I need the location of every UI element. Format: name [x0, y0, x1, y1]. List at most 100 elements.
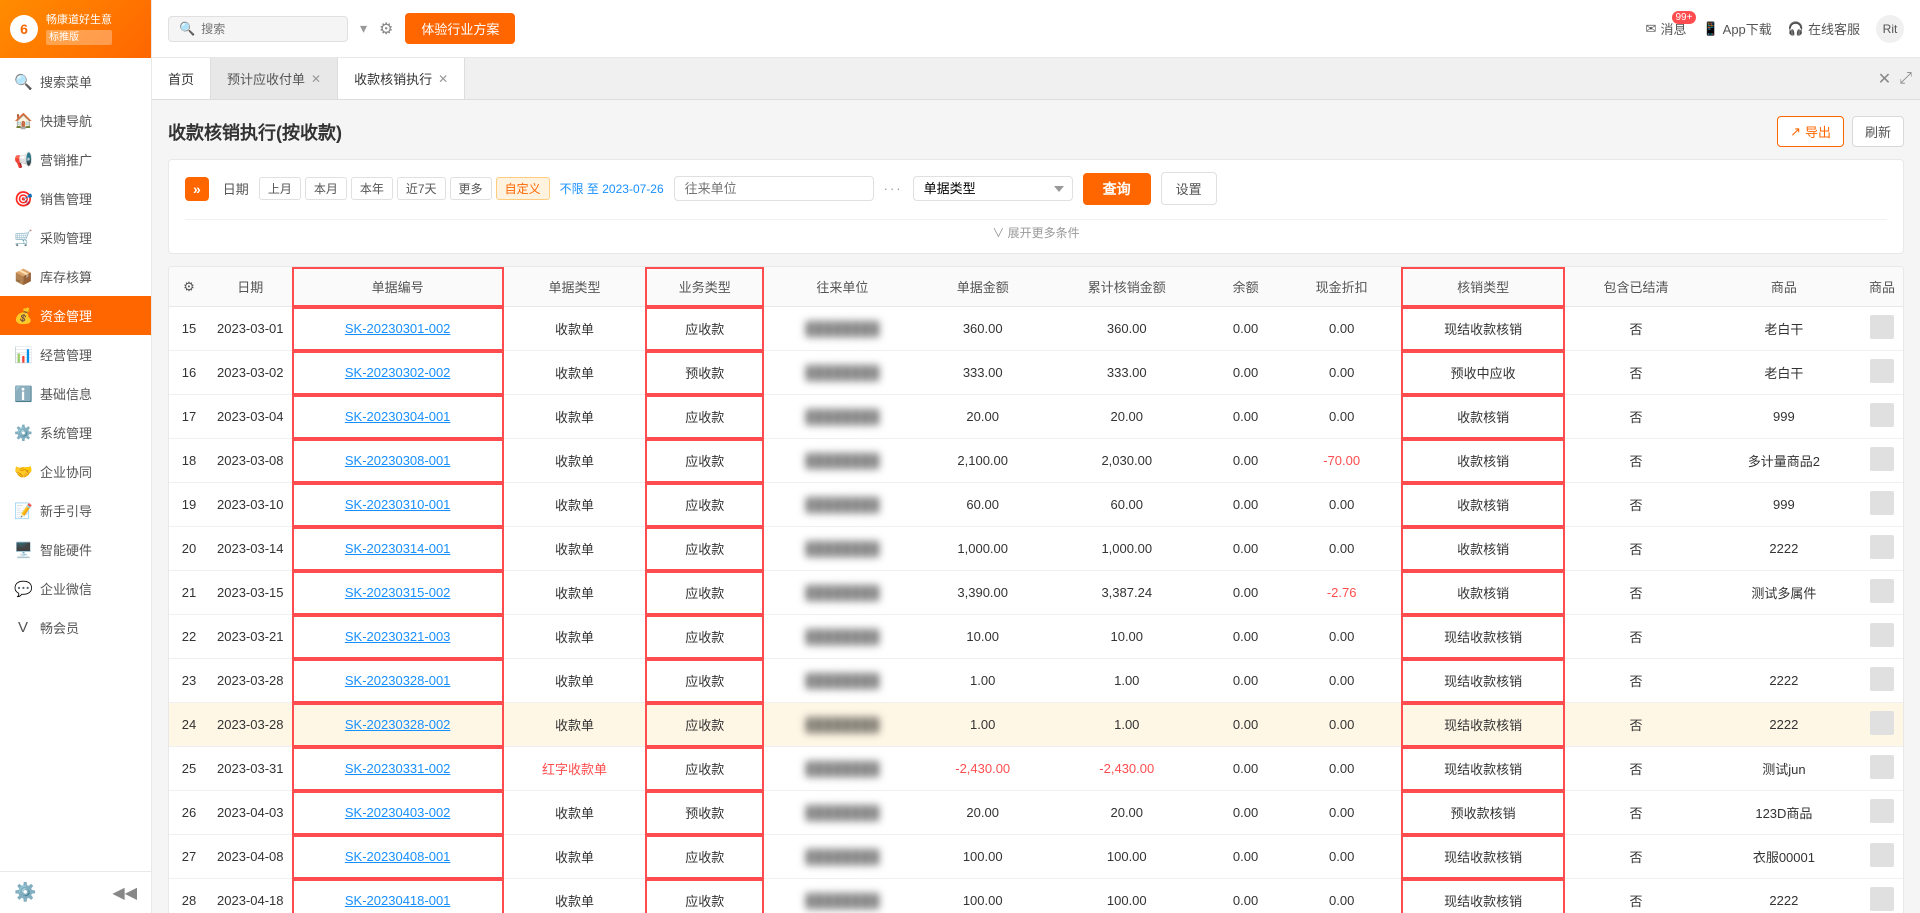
cell-balance: 0.00 — [1209, 791, 1282, 835]
cart-icon: 🛒 — [14, 229, 32, 247]
cell-doc-no[interactable]: SK-20230418-001 — [292, 879, 504, 913]
cell-cancel-type: 现结收款核销 — [1401, 703, 1565, 747]
filter-this-month[interactable]: 本月 — [305, 177, 347, 200]
cell-total-cancel: 20.00 — [1045, 395, 1209, 439]
cell-doc-no[interactable]: SK-20230304-001 — [292, 395, 504, 439]
cell-include-settled: 否 — [1565, 483, 1707, 527]
sidebar-item-weixin[interactable]: 💬 企业微信 — [0, 569, 151, 608]
filter-doc-type-select[interactable]: 单据类型 — [913, 176, 1073, 201]
cell-doc-amount: 10.00 — [921, 615, 1045, 659]
filter-last-month[interactable]: 上月 — [259, 177, 301, 200]
topbar-gear-icon[interactable]: ⚙ — [379, 19, 393, 39]
cell-doc-no[interactable]: SK-20230328-001 — [292, 659, 504, 703]
filter-bar: » 日期 上月 本月 本年 近7天 更多 自定义 不限 至 2023-07-26… — [168, 159, 1904, 254]
th-doc-no: 单据编号 — [292, 267, 504, 307]
th-cancel-type: 核销类型 — [1401, 267, 1565, 307]
filter-more[interactable]: 更多 — [450, 177, 492, 200]
filter-7days[interactable]: 近7天 — [397, 177, 446, 200]
table-settings-icon[interactable]: ⚙ — [183, 279, 195, 294]
topbar-search-box[interactable]: 🔍 — [168, 16, 348, 42]
cell-doc-amount: 20.00 — [921, 791, 1045, 835]
cell-doc-no[interactable]: SK-20230331-002 — [292, 747, 504, 791]
cell-total-cancel: 333.00 — [1045, 351, 1209, 395]
filter-custom[interactable]: 自定义 — [496, 177, 550, 200]
th-settings[interactable]: ⚙ — [169, 267, 209, 307]
cell-biz-type: 应收款 — [645, 835, 764, 879]
sidebar-item-finance[interactable]: 💰 资金管理 — [0, 296, 151, 335]
filter-settings-button[interactable]: 设置 — [1161, 172, 1217, 205]
cell-doc-no[interactable]: SK-20230403-002 — [292, 791, 504, 835]
table-row: 152023-03-01SK-20230301-002收款单应收款███████… — [169, 307, 1903, 351]
close-all-tabs-icon[interactable]: ✕ — [1878, 69, 1891, 89]
cell-doc-no[interactable]: SK-20230302-002 — [292, 351, 504, 395]
sidebar-item-inventory[interactable]: 📦 库存核算 — [0, 257, 151, 296]
user-avatar[interactable]: Rit — [1876, 15, 1904, 43]
sidebar-item-quick[interactable]: 🏠 快捷导航 — [0, 101, 151, 140]
sidebar-item-sales[interactable]: 🎯 销售管理 — [0, 179, 151, 218]
filter-expand-btn[interactable]: ∨ 展开更多条件 — [992, 224, 1079, 241]
cell-balance: 0.00 — [1209, 659, 1282, 703]
cell-doc-no[interactable]: SK-20230308-001 — [292, 439, 504, 483]
expand-tabs-icon[interactable]: ⤢ — [1899, 70, 1912, 88]
close-tab-collection[interactable]: ✕ — [438, 72, 448, 86]
cell-doc-no[interactable]: SK-20230315-002 — [292, 571, 504, 615]
cell-doc-no[interactable]: SK-20230301-002 — [292, 307, 504, 351]
dropdown-chevron-icon[interactable]: ▾ — [360, 20, 367, 37]
sidebar-item-search[interactable]: 🔍 搜索菜单 — [0, 62, 151, 101]
cell-doc-amount: 60.00 — [921, 483, 1045, 527]
cell-doc-type: 收款单 — [504, 351, 646, 395]
sidebar-item-guide[interactable]: 📝 新手引导 — [0, 491, 151, 530]
cell-cancel-type: 现结收款核销 — [1401, 835, 1565, 879]
cell-total-cancel: 1.00 — [1045, 703, 1209, 747]
industry-solution-button[interactable]: 体验行业方案 — [405, 13, 515, 44]
sidebar-item-system[interactable]: ⚙️ 系统管理 — [0, 413, 151, 452]
cell-product2 — [1861, 439, 1903, 483]
cell-doc-no[interactable]: SK-20230408-001 — [292, 835, 504, 879]
cell-row-num: 17 — [169, 395, 209, 439]
cell-cash-discount: -2.76 — [1282, 571, 1401, 615]
app-download-link[interactable]: 📱 App下载 — [1702, 19, 1771, 38]
cell-doc-no[interactable]: SK-20230321-003 — [292, 615, 504, 659]
cell-biz-type: 应收款 — [645, 615, 764, 659]
query-button[interactable]: 查询 — [1083, 173, 1151, 205]
sidebar-item-hardware[interactable]: 🖥️ 智能硬件 — [0, 530, 151, 569]
cell-doc-no[interactable]: SK-20230328-002 — [292, 703, 504, 747]
sidebar-item-purchase[interactable]: 🛒 采购管理 — [0, 218, 151, 257]
table-row: 192023-03-10SK-20230310-001收款单应收款███████… — [169, 483, 1903, 527]
online-service-link[interactable]: 🎧 在线客服 — [1788, 19, 1860, 38]
cell-doc-type: 收款单 — [504, 835, 646, 879]
sidebar: 6 畅康道好生意 标推版 🔍 搜索菜单 🏠 快捷导航 📢 营销推广 🎯 销售管理… — [0, 0, 152, 913]
table-row: 252023-03-31SK-20230331-002红字收款单应收款█████… — [169, 747, 1903, 791]
cell-doc-no[interactable]: SK-20230310-001 — [292, 483, 504, 527]
cell-row-num: 16 — [169, 351, 209, 395]
cell-doc-amount: 20.00 — [921, 395, 1045, 439]
cell-product2 — [1861, 835, 1903, 879]
settings-bottom-icon[interactable]: ⚙️ — [14, 882, 36, 903]
tab-collection[interactable]: 收款核销执行 ✕ — [338, 58, 465, 99]
cell-row-num: 21 — [169, 571, 209, 615]
filter-this-year[interactable]: 本年 — [351, 177, 393, 200]
export-button[interactable]: ↗ 导出 — [1777, 116, 1844, 147]
filter-toggle-button[interactable]: » — [185, 177, 209, 201]
cell-doc-type: 收款单 — [504, 659, 646, 703]
cell-doc-no[interactable]: SK-20230314-001 — [292, 527, 504, 571]
tab-receivable[interactable]: 预计应收付单 ✕ — [211, 58, 338, 99]
cell-cash-discount: 0.00 — [1282, 659, 1401, 703]
sidebar-item-basic[interactable]: ℹ️ 基础信息 — [0, 374, 151, 413]
search-input[interactable] — [201, 22, 321, 36]
cell-partner: ████████ — [764, 351, 921, 395]
messages-badge[interactable]: ✉ 消息 99+ — [1646, 19, 1687, 38]
sidebar-item-corp[interactable]: 🤝 企业协同 — [0, 452, 151, 491]
sidebar-item-member[interactable]: V 畅会员 — [0, 608, 151, 647]
close-tab-receivable[interactable]: ✕ — [311, 72, 321, 86]
filter-partner-input[interactable] — [674, 176, 874, 201]
sidebar-bottom: ⚙️ ◀◀ — [0, 871, 151, 913]
refresh-button[interactable]: 刷新 — [1852, 116, 1904, 147]
tab-home[interactable]: 首页 — [152, 58, 211, 99]
cell-product2 — [1861, 703, 1903, 747]
sidebar-item-marketing[interactable]: 📢 营销推广 — [0, 140, 151, 179]
collapse-icon[interactable]: ◀◀ — [112, 883, 137, 903]
cell-cancel-type: 现结收款核销 — [1401, 747, 1565, 791]
sidebar-item-operation[interactable]: 📊 经营管理 — [0, 335, 151, 374]
table-row: 222023-03-21SK-20230321-003收款单应收款███████… — [169, 615, 1903, 659]
